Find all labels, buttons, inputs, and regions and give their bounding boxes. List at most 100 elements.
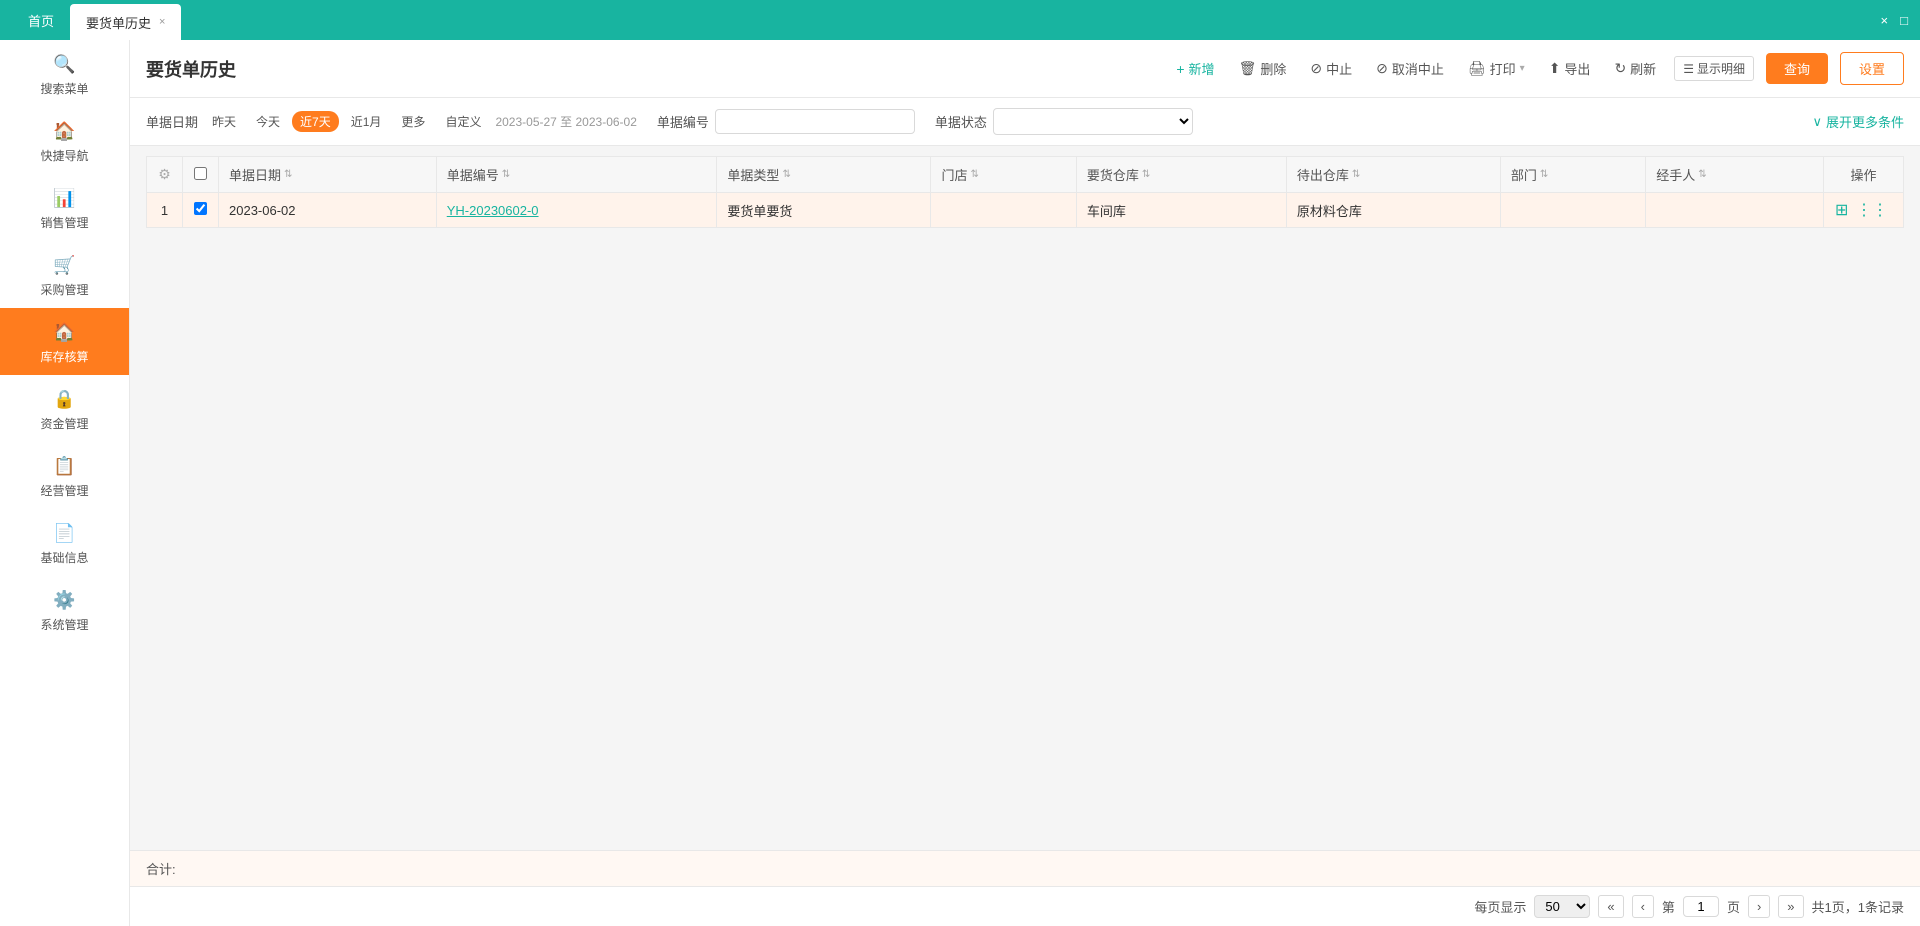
sidebar-item-system-mgmt[interactable]: ⚙️ 系统管理 <box>0 576 129 643</box>
purchase-mgmt-icon: 🛒 <box>53 255 75 276</box>
sidebar-item-sales-mgmt[interactable]: 📊 销售管理 <box>0 174 129 241</box>
order-type-col-sort[interactable]: 单据类型 ⇅ <box>727 165 790 184</box>
order-no-col-sort[interactable]: 单据编号 ⇅ <box>447 165 510 184</box>
col-department: 部门 ⇅ <box>1500 157 1645 193</box>
pagination: 每页显示 10 20 50 100 « ‹ 第 页 › » 共1页，1条记录 <box>130 886 1920 926</box>
handler-sort-icon: ⇅ <box>1698 169 1706 180</box>
stop-button[interactable]: ⊘ 中止 <box>1304 55 1358 82</box>
date-sort-icon: ⇅ <box>284 169 292 180</box>
date-btn-last1month[interactable]: 近1月 <box>343 111 390 132</box>
filter-row: 单据日期 昨天 今天 近7天 近1月 更多 自定义 2023-05-27 至 2… <box>146 108 1904 135</box>
col-checkbox <box>183 157 219 193</box>
refresh-button[interactable]: ↻ 刷新 <box>1608 55 1662 82</box>
sidebar-item-finance-mgmt[interactable]: 🔒 资金管理 <box>0 375 129 442</box>
window-close-btn[interactable]: × <box>1881 13 1889 28</box>
sidebar-item-quick-nav-label: 快捷导航 <box>40 147 88 164</box>
tab-close-icon[interactable]: × <box>159 16 165 28</box>
date-range-display: 2023-05-27 至 2023-06-02 <box>495 113 636 130</box>
new-button[interactable]: + 新增 <box>1170 55 1220 82</box>
next-page-btn[interactable]: › <box>1748 895 1770 918</box>
col-pending-warehouse: 待出仓库 ⇅ <box>1286 157 1500 193</box>
first-page-btn[interactable]: « <box>1598 895 1623 918</box>
select-all-checkbox[interactable] <box>194 167 207 180</box>
row-more-icon[interactable]: ⋮⋮ <box>1856 202 1888 219</box>
sidebar-item-purchase-mgmt[interactable]: 🛒 采购管理 <box>0 241 129 308</box>
department-col-sort[interactable]: 部门 ⇅ <box>1511 165 1548 184</box>
col-handler: 经手人 ⇅ <box>1646 157 1824 193</box>
date-btn-more[interactable]: 更多 <box>393 111 433 132</box>
order-no-input[interactable] <box>715 109 915 134</box>
summary-label: 合计: <box>146 862 176 877</box>
print-dropdown-icon[interactable]: ▾ <box>1520 63 1525 74</box>
filter-status-item: 单据状态 <box>935 108 1193 135</box>
delete-label: 删除 <box>1260 59 1286 78</box>
sidebar-item-inventory[interactable]: 🏠 库存核算 <box>0 308 129 375</box>
settings-column-icon[interactable]: ⚙ <box>158 166 171 182</box>
sidebar-item-finance-mgmt-label: 资金管理 <box>40 415 88 432</box>
date-filter-buttons: 昨天 今天 近7天 近1月 更多 自定义 <box>204 111 489 132</box>
query-button[interactable]: 查询 <box>1766 53 1828 84</box>
row-handler <box>1646 193 1824 228</box>
store-col-sort[interactable]: 门店 ⇅ <box>941 165 978 184</box>
row-view-icon[interactable]: ⊞ <box>1835 202 1848 219</box>
total-info: 共1页，1条记录 <box>1812 897 1904 916</box>
date-btn-custom[interactable]: 自定义 <box>437 111 489 132</box>
print-icon: 🖨 <box>1468 60 1486 77</box>
inventory-icon: 🏠 <box>53 322 75 343</box>
col-date: 单据日期 ⇅ <box>219 157 437 193</box>
col-req-warehouse: 要货仓库 ⇅ <box>1076 157 1286 193</box>
status-select[interactable] <box>993 108 1193 135</box>
sidebar-item-search-menu-label: 搜索菜单 <box>40 80 88 97</box>
last-page-btn[interactable]: » <box>1778 895 1803 918</box>
date-btn-last7days[interactable]: 近7天 <box>292 111 339 132</box>
page-title: 要货单历史 <box>146 56 236 94</box>
basic-info-icon: 📄 <box>53 523 75 544</box>
sidebar-item-operations-mgmt[interactable]: 📋 经营管理 <box>0 442 129 509</box>
setting-button[interactable]: 设置 <box>1840 52 1904 85</box>
print-label: 打印 <box>1490 59 1516 78</box>
table-area: ⚙ 单据日期 ⇅ 单据编号 <box>130 146 1920 850</box>
tab-home[interactable]: 首页 <box>12 0 70 40</box>
quick-nav-icon: 🏠 <box>53 121 75 142</box>
cancel-stop-button[interactable]: ⊘ 取消中止 <box>1370 55 1450 82</box>
delete-button[interactable]: 🗑 删除 <box>1233 55 1293 82</box>
page-size-label: 每页显示 <box>1474 897 1526 916</box>
row-index: 1 <box>147 193 183 228</box>
req-warehouse-col-sort[interactable]: 要货仓库 ⇅ <box>1087 165 1150 184</box>
sidebar-item-purchase-mgmt-label: 采购管理 <box>40 281 88 298</box>
stop-icon: ⊘ <box>1310 60 1322 77</box>
chevron-down-icon: ∨ <box>1812 114 1822 130</box>
req-warehouse-sort-icon: ⇅ <box>1142 169 1150 180</box>
sidebar-item-search-menu[interactable]: 🔍 搜索菜单 <box>0 40 129 107</box>
pending-warehouse-col-sort[interactable]: 待出仓库 ⇅ <box>1297 165 1360 184</box>
display-detail-button[interactable]: ☰ 显示明细 <box>1674 56 1754 81</box>
date-col-sort[interactable]: 单据日期 ⇅ <box>229 165 292 184</box>
date-btn-yesterday[interactable]: 昨天 <box>204 111 244 132</box>
prev-page-btn[interactable]: ‹ <box>1632 895 1654 918</box>
page-size-select[interactable]: 10 20 50 100 <box>1534 895 1590 918</box>
row-checkbox[interactable] <box>194 202 207 215</box>
refresh-icon: ↻ <box>1614 60 1626 77</box>
tab-history[interactable]: 要货单历史 × <box>70 4 181 40</box>
row-req-warehouse: 车间库 <box>1076 193 1286 228</box>
window-maximize-btn[interactable]: □ <box>1900 13 1908 28</box>
display-detail-icon: ☰ <box>1683 62 1694 76</box>
new-icon: + <box>1176 61 1184 77</box>
data-table: ⚙ 单据日期 ⇅ 单据编号 <box>146 156 1904 228</box>
sidebar-item-basic-info-label: 基础信息 <box>40 549 88 566</box>
table-row: 1 2023-06-02 YH-20230602-0 要货单要货 <box>147 193 1904 228</box>
page-label-suffix: 页 <box>1727 897 1740 916</box>
expand-more-label: 展开更多条件 <box>1826 112 1904 131</box>
date-btn-today[interactable]: 今天 <box>248 111 288 132</box>
sidebar-item-basic-info[interactable]: 📄 基础信息 <box>0 509 129 576</box>
expand-more-button[interactable]: ∨ 展开更多条件 <box>1812 112 1904 131</box>
order-no-link[interactable]: YH-20230602-0 <box>447 203 539 218</box>
tab-home-label: 首页 <box>28 11 54 30</box>
export-button[interactable]: ⬆ 导出 <box>1543 55 1597 82</box>
sidebar-item-quick-nav[interactable]: 🏠 快捷导航 <box>0 107 129 174</box>
print-button[interactable]: 🖨 打印 ▾ <box>1462 55 1531 82</box>
handler-col-sort[interactable]: 经手人 ⇅ <box>1656 165 1706 184</box>
page-number-input[interactable] <box>1683 896 1719 917</box>
top-bar-right: × □ <box>1881 13 1908 28</box>
filter-order-no-item: 单据编号 <box>657 109 915 134</box>
